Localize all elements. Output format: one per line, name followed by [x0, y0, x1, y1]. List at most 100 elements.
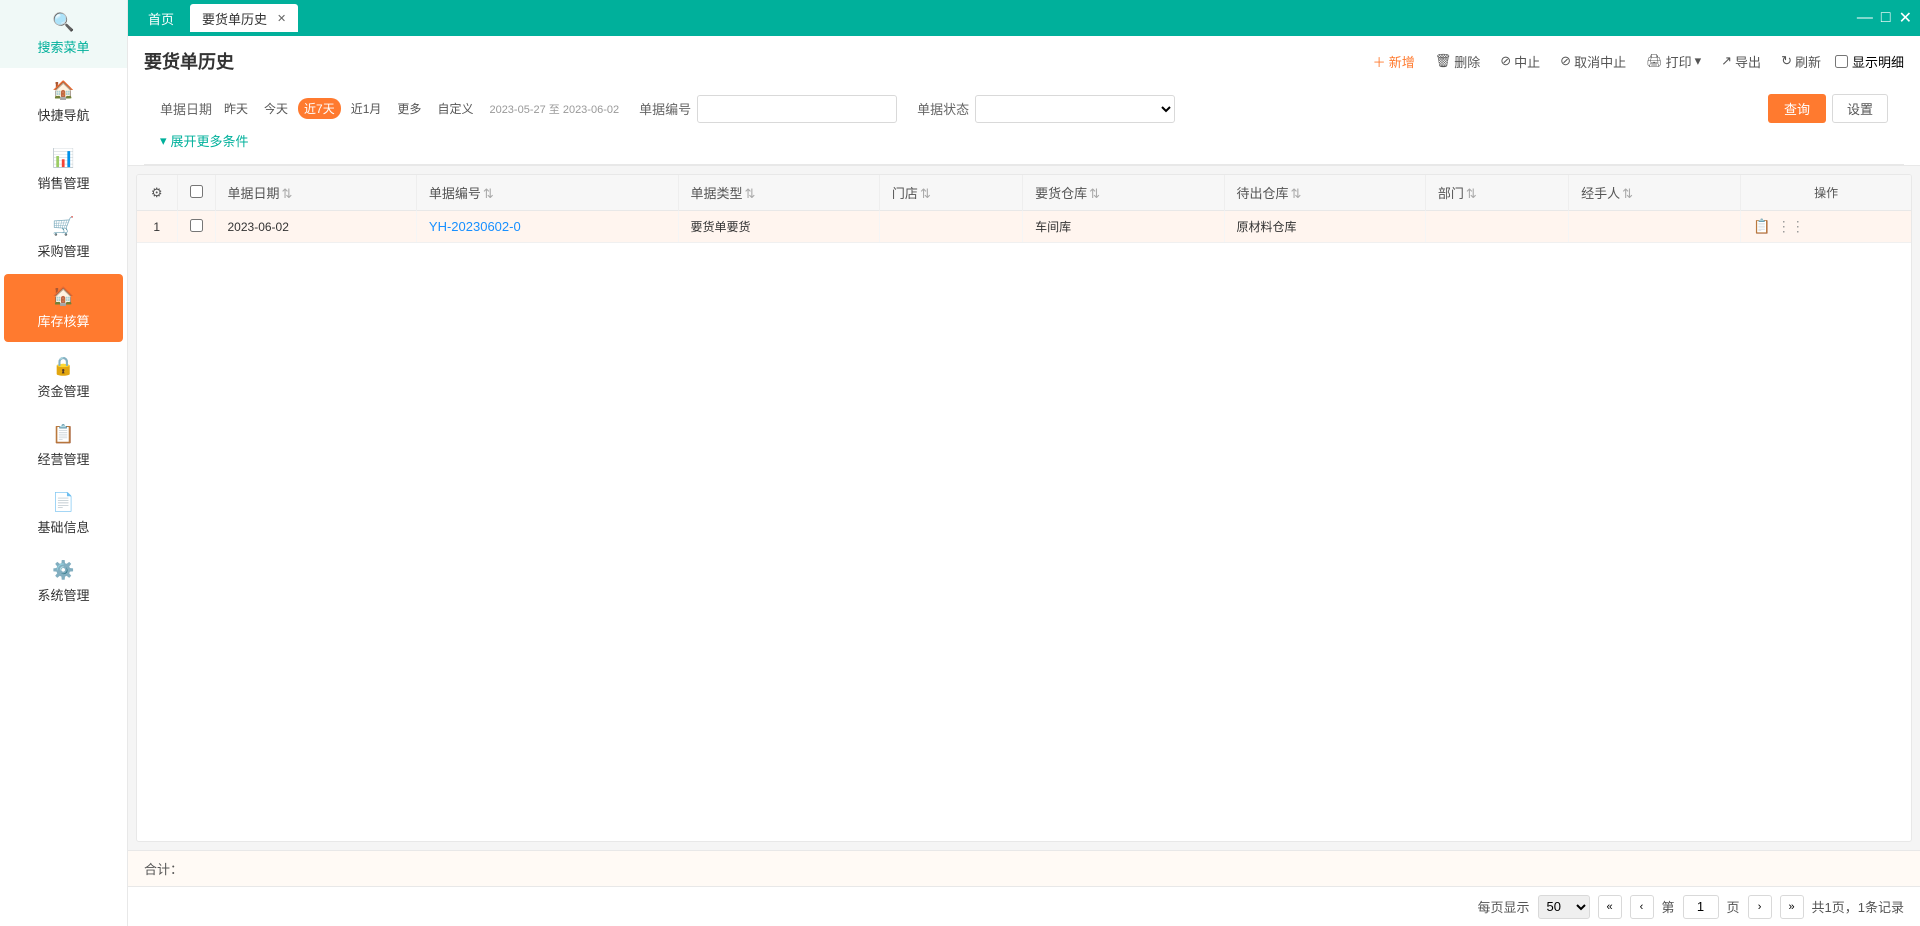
page-next-btn[interactable]: ›: [1748, 895, 1772, 919]
cell-doc-number[interactable]: YH-20230602-0: [416, 211, 678, 243]
query-button[interactable]: 查询: [1768, 94, 1826, 123]
th-doc-type[interactable]: 单据类型⇅: [678, 175, 879, 211]
sort-department-icon: ⇅: [1466, 186, 1477, 201]
print-button[interactable]: 🖨 打印 ▾: [1640, 49, 1707, 74]
doc-number-filter-group: 单据编号: [639, 95, 897, 123]
page-first-btn[interactable]: «: [1598, 895, 1622, 919]
sidebar-item-label: 库存核算: [37, 311, 89, 330]
pagination-total: 共1页，1条记录: [1812, 897, 1904, 916]
sidebar-item-sales[interactable]: 📊 销售管理: [0, 136, 127, 204]
expand-label: 展开更多条件: [171, 131, 249, 150]
table-footer: 合计：: [128, 850, 1920, 886]
action-icons: 📋 ⋮⋮: [1753, 218, 1899, 235]
cell-department: [1425, 211, 1568, 243]
row-edit-icon[interactable]: 📋: [1753, 218, 1770, 235]
th-department[interactable]: 部门⇅: [1425, 175, 1568, 211]
th-pending-warehouse[interactable]: 待出仓库⇅: [1224, 175, 1425, 211]
finance-icon: 🔒: [52, 356, 74, 377]
sidebar-item-label: 资金管理: [37, 381, 89, 400]
sidebar-item-operation[interactable]: 📋 经营管理: [0, 412, 127, 480]
export-button[interactable]: ↗ 导出: [1715, 49, 1767, 74]
tab-bar: 首页 要货单历史 ✕ — □ ✕: [128, 0, 1920, 36]
sort-doc-type-icon: ⇅: [745, 186, 756, 201]
th-doc-date[interactable]: 单据日期⇅: [215, 175, 416, 211]
date-range-display: 2023-05-27 至 2023-06-02: [489, 101, 619, 117]
shortcut-more[interactable]: 更多: [391, 98, 427, 119]
th-store[interactable]: 门店⇅: [879, 175, 1022, 211]
delete-button[interactable]: 🗑 删除: [1429, 49, 1487, 74]
sort-doc-date-icon: ⇅: [282, 186, 293, 201]
th-checkbox[interactable]: [177, 175, 215, 211]
expand-more-btn[interactable]: ▾ 展开更多条件: [160, 131, 1888, 150]
status-select[interactable]: [975, 95, 1175, 123]
search-icon: 🔍: [52, 12, 74, 33]
cancel-stop-icon: ⊘: [1560, 53, 1571, 69]
th-req-warehouse[interactable]: 要货仓库⇅: [1023, 175, 1224, 211]
status-filter-group: 单据状态: [917, 95, 1175, 123]
page-size-select[interactable]: 50 10 20 100: [1538, 895, 1590, 919]
window-maximize-icon[interactable]: □: [1881, 9, 1891, 27]
sidebar-item-quicknav[interactable]: 🏠 快捷导航: [0, 68, 127, 136]
table-settings-icon[interactable]: ⚙: [151, 185, 163, 200]
th-handler[interactable]: 经手人⇅: [1569, 175, 1741, 211]
filter-row-1: 单据日期 昨天 今天 近7天 近1月 更多 自定义 2023-05-27 至 2…: [160, 94, 1888, 123]
sidebar-item-basic[interactable]: 📄 基础信息: [0, 480, 127, 548]
stop-button[interactable]: ⊘ 中止: [1494, 49, 1546, 74]
sort-doc-number-icon: ⇅: [483, 186, 494, 201]
shortcut-7days[interactable]: 近7天: [298, 98, 341, 119]
row-checkbox[interactable]: [190, 219, 203, 232]
tab-home[interactable]: 首页: [136, 4, 186, 32]
sidebar-item-purchase[interactable]: 🛒 采购管理: [0, 204, 127, 272]
page-prev-btn[interactable]: ‹: [1630, 895, 1654, 919]
table-header-row: ⚙ 单据日期⇅ 单据编号⇅ 单据类型⇅: [137, 175, 1911, 211]
tab-close-icon[interactable]: ✕: [277, 12, 286, 25]
doc-number-label: 单据编号: [639, 99, 691, 118]
stop-icon: ⊘: [1500, 53, 1511, 69]
cancel-stop-button[interactable]: ⊘ 取消中止: [1554, 49, 1632, 74]
tab-requisition-history[interactable]: 要货单历史 ✕: [190, 4, 298, 32]
cell-pending-warehouse: 原材料仓库: [1224, 211, 1425, 243]
page-title-row: 要货单历史 ＋ 新增 🗑 删除 ⊘ 中止 ⊘: [144, 48, 1904, 74]
setting-button[interactable]: 设置: [1832, 94, 1888, 123]
sidebar-item-system[interactable]: ⚙️ 系统管理: [0, 548, 127, 616]
status-label: 单据状态: [917, 99, 969, 118]
delete-icon: 🗑: [1435, 53, 1452, 69]
system-icon: ⚙️: [52, 560, 74, 581]
page-last-btn[interactable]: »: [1780, 895, 1804, 919]
purchase-icon: 🛒: [52, 216, 74, 237]
sidebar-item-search[interactable]: 🔍 搜索菜单: [0, 0, 127, 68]
row-more-icon[interactable]: ⋮⋮: [1777, 218, 1805, 235]
page-size-label: 每页显示: [1477, 897, 1529, 916]
sidebar-item-label: 搜索菜单: [37, 37, 89, 56]
refresh-button[interactable]: ↻ 刷新: [1775, 49, 1827, 74]
select-all-checkbox[interactable]: [190, 185, 203, 198]
sidebar-item-label: 经营管理: [37, 449, 89, 468]
page-number-input[interactable]: [1683, 895, 1719, 919]
table-area: ⚙ 单据日期⇅ 单据编号⇅ 单据类型⇅: [136, 174, 1912, 842]
refresh-label: 刷新: [1795, 52, 1821, 71]
doc-number-input[interactable]: [697, 95, 897, 123]
basic-icon: 📄: [52, 492, 74, 513]
new-button[interactable]: ＋ 新增: [1367, 49, 1421, 74]
window-close-icon[interactable]: ✕: [1899, 8, 1912, 28]
display-detail-checkbox[interactable]: [1835, 55, 1848, 68]
sort-pending-warehouse-icon: ⇅: [1291, 186, 1302, 201]
display-detail-group: 显示明细: [1835, 52, 1904, 71]
th-settings[interactable]: ⚙: [137, 175, 177, 211]
page-content: 要货单历史 ＋ 新增 🗑 删除 ⊘ 中止 ⊘: [128, 36, 1920, 926]
cell-doc-type: 要货单要货: [678, 211, 879, 243]
table-row: 1 2023-06-02 YH-20230602-0 要货单要货 车间库 原材料…: [137, 211, 1911, 243]
tab-bar-controls: — □ ✕: [1857, 8, 1912, 28]
print-dropdown-icon: ▾: [1695, 53, 1702, 69]
shortcut-1month[interactable]: 近1月: [345, 98, 388, 119]
shortcut-yesterday[interactable]: 昨天: [218, 98, 254, 119]
shortcut-custom[interactable]: 自定义: [431, 98, 479, 119]
doc-number-link[interactable]: YH-20230602-0: [429, 219, 521, 234]
cell-checkbox[interactable]: [177, 211, 215, 243]
sidebar-item-inventory[interactable]: 🏠 库存核算: [4, 274, 123, 342]
window-minimize-icon[interactable]: —: [1857, 9, 1873, 27]
shortcut-today[interactable]: 今天: [258, 98, 294, 119]
th-doc-number[interactable]: 单据编号⇅: [416, 175, 678, 211]
sidebar-item-finance[interactable]: 🔒 资金管理: [0, 344, 127, 412]
main-area: 首页 要货单历史 ✕ — □ ✕ 要货单历史 ＋ 新增 🗑: [128, 0, 1920, 926]
